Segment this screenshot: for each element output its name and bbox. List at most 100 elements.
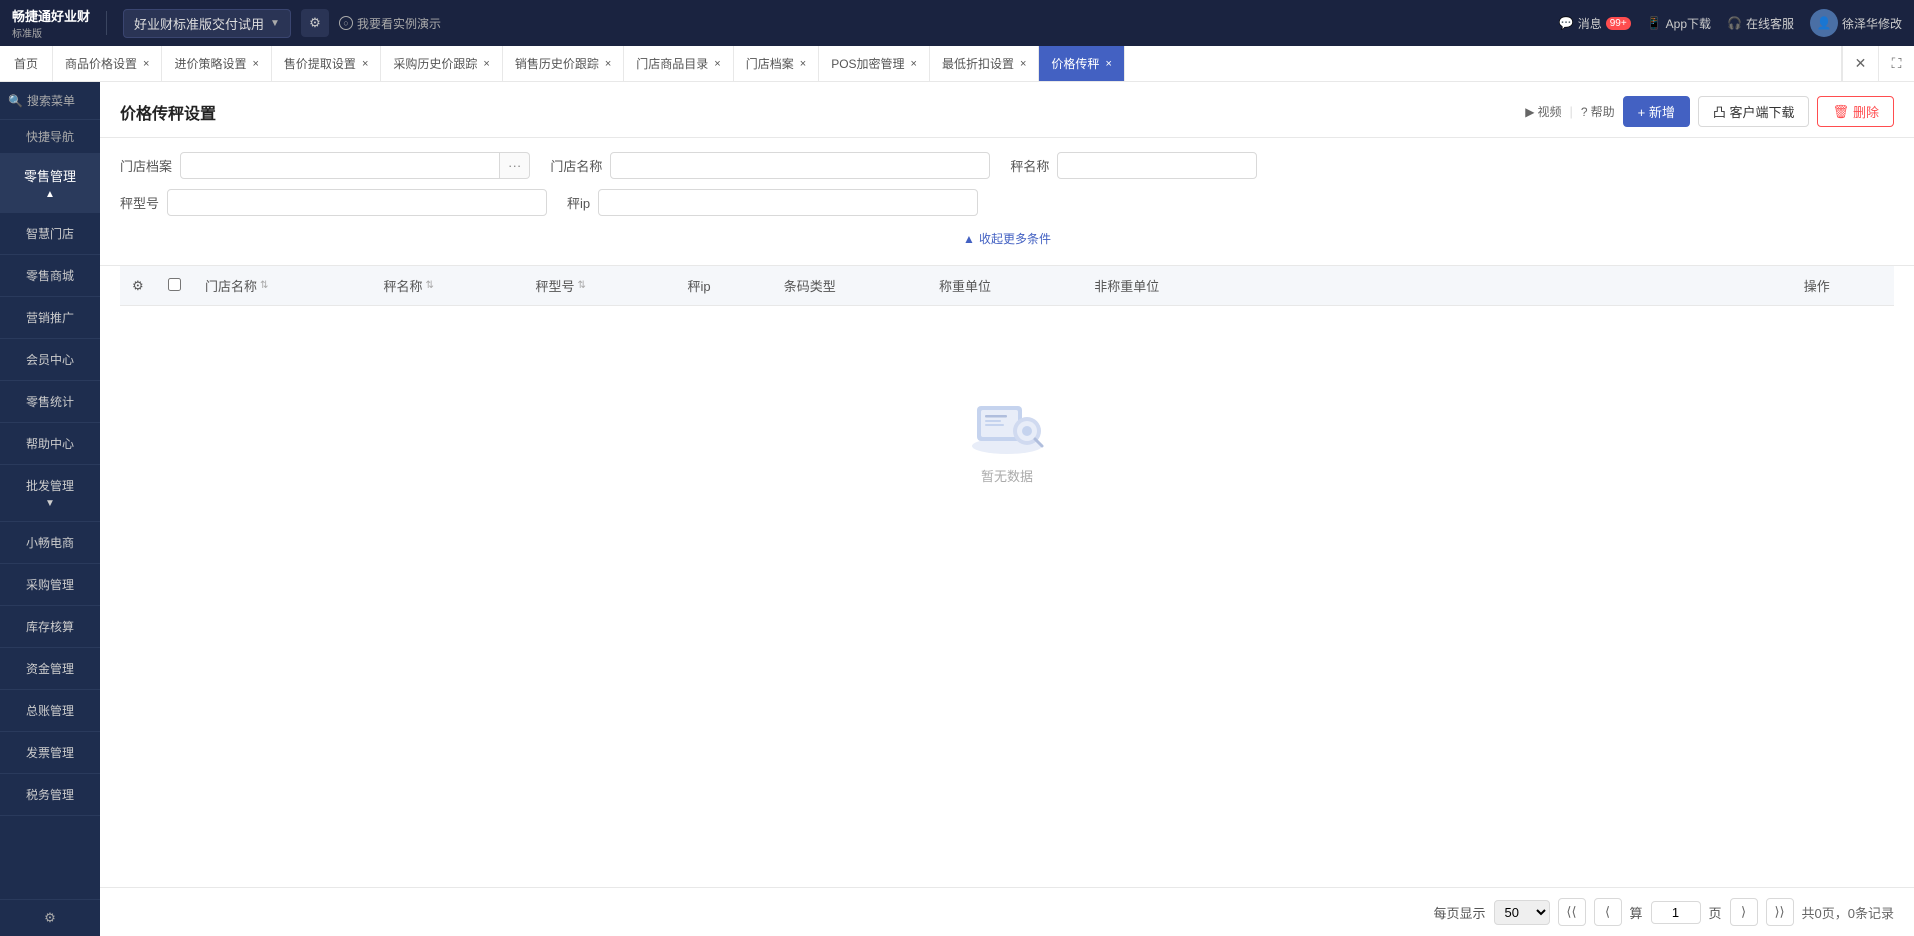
expand-icon: ⛶ [1892, 55, 1902, 72]
next-page-button[interactable]: ⟩ [1730, 898, 1758, 926]
sidebar-settings-button[interactable]: ⚙ [0, 899, 100, 936]
delete-button[interactable]: 🗑 删除 [1817, 96, 1894, 127]
table-container: ⚙ 门店名称 ⇅ 秤名称 [100, 266, 1914, 887]
th-action-label: 操作 [1804, 279, 1830, 294]
tab-price-setting[interactable]: 商品价格设置 × [53, 46, 162, 82]
tab-purchase-history-close-icon[interactable]: × [483, 58, 489, 70]
app-icon: 📱 [1647, 16, 1662, 30]
tab-sale-history[interactable]: 销售历史价跟踪 × [503, 46, 624, 82]
help-link[interactable]: ? 帮助 [1581, 103, 1615, 120]
sidebar-item-help[interactable]: 帮助中心 [0, 423, 100, 465]
demo-button[interactable]: ○ 我要看实例演示 [339, 15, 441, 32]
table-footer: 每页显示 50 10 20 100 ⟨⟨ ⟨ 算 页 ⟩ ⟩⟩ 共0页，0条记录 [100, 887, 1914, 936]
filter-store-file: 门店档案 ··· [120, 152, 530, 179]
tab-min-discount[interactable]: 最低折扣设置 × [930, 46, 1039, 82]
page-header: 价格传秤设置 ▶ 视频 | ? 帮助 + 新增 凸 客户端下载 🗑 [100, 82, 1914, 138]
tab-sale-extract-label: 售价提取设置 [284, 55, 356, 72]
empty-text: 暂无数据 [981, 466, 1033, 485]
filter-scale-model-input[interactable] [167, 189, 547, 216]
th-store-name-sort[interactable]: 门店名称 ⇅ [205, 276, 360, 295]
message-badge: 99+ [1606, 17, 1631, 30]
filter-scale-ip-label: 秤ip [567, 193, 590, 212]
tab-purchase-strategy[interactable]: 进价策略设置 × [162, 46, 271, 82]
video-link[interactable]: ▶ 视频 [1525, 103, 1561, 120]
last-page-button[interactable]: ⟩⟩ [1766, 898, 1794, 926]
tab-price-setting-close-icon[interactable]: × [143, 58, 149, 70]
online-service-label: 在线客服 [1746, 15, 1794, 32]
th-scale-name-label: 秤名称 [384, 276, 423, 295]
sidebar-item-wholesale[interactable]: 批发管理 ▼ [0, 465, 100, 522]
tab-bar: 首页 商品价格设置 × 进价策略设置 × 售价提取设置 × 采购历史价跟踪 × … [0, 46, 1914, 82]
tab-store-catalog-close-icon[interactable]: × [714, 58, 720, 70]
sidebar-item-retail-stats-label: 零售统计 [26, 393, 74, 410]
add-button[interactable]: + 新增 [1623, 96, 1690, 127]
tab-home[interactable]: 首页 [0, 46, 53, 82]
th-weight-unit-label: 称重单位 [939, 279, 991, 294]
filter-scale-ip-input[interactable] [598, 189, 978, 216]
filter-store-file-dots-button[interactable]: ··· [500, 152, 530, 179]
filter-collapse-button[interactable]: ▲ 收起更多条件 [120, 226, 1894, 251]
sidebar-item-account[interactable]: 总账管理 [0, 690, 100, 732]
th-settings[interactable]: ⚙ [120, 266, 156, 306]
sidebar-quick-nav[interactable]: 快捷导航 [0, 120, 100, 154]
delete-label: 删除 [1853, 102, 1879, 121]
tab-pos-manage-close-icon[interactable]: × [911, 58, 917, 70]
th-checkbox[interactable] [156, 266, 193, 306]
sidebar-item-retail-stats[interactable]: 零售统计 [0, 381, 100, 423]
sidebar-item-tax[interactable]: 税务管理 [0, 774, 100, 816]
tab-min-discount-close-icon[interactable]: × [1020, 58, 1026, 70]
filter-scale-name-input[interactable] [1057, 152, 1257, 179]
sidebar-item-purchase[interactable]: 采购管理 [0, 564, 100, 606]
version-settings-button[interactable]: ⚙ [301, 9, 329, 37]
sidebar-search-button[interactable]: 🔍 搜索菜单 [0, 82, 100, 120]
tab-store-file[interactable]: 门店档案 × [734, 46, 819, 82]
per-page-select[interactable]: 50 10 20 100 [1494, 900, 1550, 925]
sidebar-item-retail-shop-label: 零售商城 [26, 267, 74, 284]
filter-store-name-input[interactable] [610, 152, 990, 179]
app-download-button[interactable]: 📱 App下载 [1647, 15, 1711, 32]
th-scale-name-sort[interactable]: 秤名称 ⇅ [384, 276, 512, 295]
sidebar-item-finance[interactable]: 资金管理 [0, 648, 100, 690]
sidebar-item-inventory[interactable]: 库存核算 [0, 606, 100, 648]
sidebar-item-invoice[interactable]: 发票管理 [0, 732, 100, 774]
sidebar-item-marketing[interactable]: 营销推广 [0, 297, 100, 339]
tab-store-file-close-icon[interactable]: × [800, 58, 806, 70]
tab-sale-extract[interactable]: 售价提取设置 × [272, 46, 381, 82]
filter-store-file-input[interactable] [180, 152, 500, 179]
tab-pos-manage[interactable]: POS加密管理 × [819, 46, 930, 82]
filter-scale-model: 秤型号 [120, 189, 547, 216]
first-page-button[interactable]: ⟨⟨ [1558, 898, 1586, 926]
page-number-input[interactable] [1651, 901, 1701, 924]
table-settings-icon: ⚙ [132, 278, 144, 293]
sidebar-item-member-label: 会员中心 [26, 351, 74, 368]
prev-page-button[interactable]: ⟨ [1594, 898, 1622, 926]
last-page-icon: ⟩⟩ [1774, 904, 1784, 920]
sidebar-item-smart-store[interactable]: 智慧门店 [0, 213, 100, 255]
tab-sale-extract-close-icon[interactable]: × [362, 58, 368, 70]
tab-price-transfer-close-icon[interactable]: × [1105, 58, 1111, 70]
user-area[interactable]: 👤 徐泽华修改 [1810, 9, 1902, 37]
select-all-checkbox[interactable] [168, 278, 181, 291]
top-bar-divider [106, 11, 107, 35]
tab-sale-history-close-icon[interactable]: × [605, 58, 611, 70]
message-button[interactable]: 💬 消息 99+ [1559, 15, 1631, 32]
sidebar-item-retail-shop[interactable]: 零售商城 [0, 255, 100, 297]
tab-purchase-strategy-close-icon[interactable]: × [252, 58, 258, 70]
tab-price-transfer-label: 价格传秤 [1051, 55, 1099, 72]
sidebar-item-retail[interactable]: 零售管理 ▲ [0, 154, 100, 213]
filter-row-1: 门店档案 ··· 门店名称 秤名称 [120, 152, 1894, 179]
online-service-button[interactable]: 🎧 在线客服 [1727, 15, 1794, 32]
download-button[interactable]: 凸 客户端下载 [1698, 96, 1810, 127]
tab-price-setting-label: 商品价格设置 [65, 55, 137, 72]
prev-page-icon: ⟨ [1605, 904, 1610, 920]
tab-store-catalog[interactable]: 门店商品目录 × [624, 46, 733, 82]
tab-purchase-history[interactable]: 采购历史价跟踪 × [381, 46, 502, 82]
tab-price-transfer[interactable]: 价格传秤 × [1039, 46, 1124, 82]
tab-expand-button[interactable]: ⛶ [1878, 46, 1914, 82]
sidebar-item-ecommerce[interactable]: 小畅电商 [0, 522, 100, 564]
th-scale-model-sort[interactable]: 秤型号 ⇅ [535, 276, 663, 295]
version-selector[interactable]: 好业财标准版交付试用 ▼ [123, 9, 291, 38]
tab-close-button[interactable]: ✕ [1842, 46, 1878, 82]
app-download-label: App下载 [1666, 15, 1711, 32]
sidebar-item-member[interactable]: 会员中心 [0, 339, 100, 381]
